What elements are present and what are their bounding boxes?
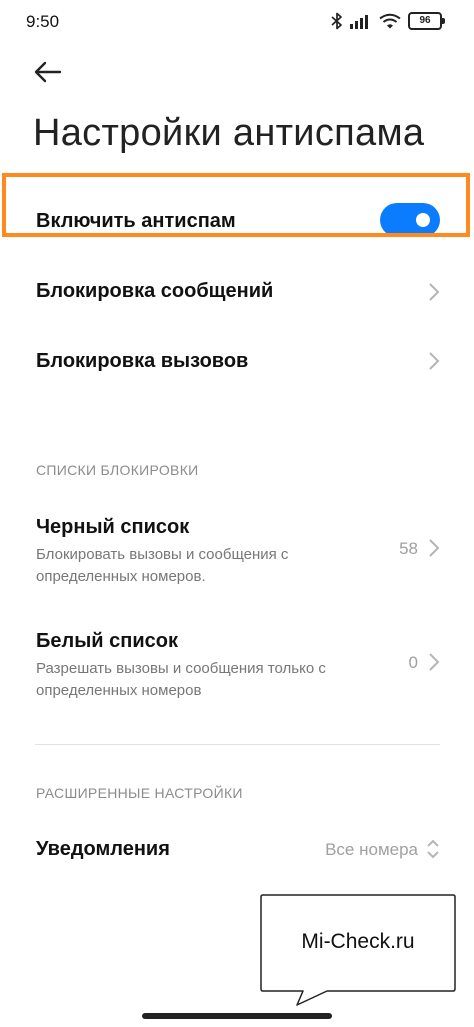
- expand-icon: [427, 839, 439, 859]
- whitelist-count: 0: [408, 653, 418, 672]
- chevron-right-icon: [429, 283, 440, 301]
- message-blocking-row[interactable]: Блокировка сообщений: [0, 258, 474, 324]
- section-header-advanced: РАСШИРЕННЫЕ НАСТРОЙКИ: [36, 785, 243, 801]
- battery-icon: 96: [408, 12, 445, 30]
- blacklist-row[interactable]: Черный список Блокировать вызовы и сообщ…: [0, 500, 474, 600]
- whitelist-title: Белый список: [36, 630, 178, 652]
- call-blocking-label: Блокировка вызовов: [36, 350, 249, 372]
- watermark-text: Mi-Check.ru: [301, 930, 415, 953]
- page-title: Настройки антиспама: [33, 112, 425, 154]
- status-icons: 96: [331, 10, 445, 32]
- message-blocking-label: Блокировка сообщений: [36, 280, 274, 302]
- enable-antispam-toggle[interactable]: [380, 203, 440, 237]
- signal-icon: [350, 15, 368, 29]
- toggle-knob: [416, 213, 430, 227]
- notifications-label: Уведомления: [36, 838, 170, 860]
- notifications-value: Все номера: [325, 840, 418, 859]
- call-blocking-row[interactable]: Блокировка вызовов: [0, 326, 474, 396]
- whitelist-row[interactable]: Белый список Разрешать вызовы и сообщени…: [0, 614, 474, 714]
- chevron-right-icon: [429, 653, 440, 671]
- chevron-right-icon: [429, 539, 440, 557]
- blacklist-subtitle: Блокировать вызовы и сообщения с определ…: [36, 546, 289, 585]
- bluetooth-icon: [331, 12, 342, 30]
- status-time: 9:50: [26, 12, 60, 31]
- chevron-right-icon: [429, 352, 440, 370]
- blacklist-title: Черный список: [36, 516, 190, 538]
- blacklist-count: 58: [399, 539, 418, 558]
- enable-antispam-label: Включить антиспам: [36, 210, 236, 232]
- wifi-icon: [379, 13, 401, 29]
- notifications-row[interactable]: Уведомления Все номера: [0, 818, 474, 882]
- whitelist-subtitle: Разрешать вызовы и сообщения только с оп…: [36, 660, 326, 699]
- section-divider: [35, 744, 440, 745]
- home-indicator[interactable]: [142, 1013, 332, 1019]
- back-arrow-icon[interactable]: [32, 56, 64, 88]
- section-header-blocklists: СПИСКИ БЛОКИРОВКИ: [36, 462, 199, 478]
